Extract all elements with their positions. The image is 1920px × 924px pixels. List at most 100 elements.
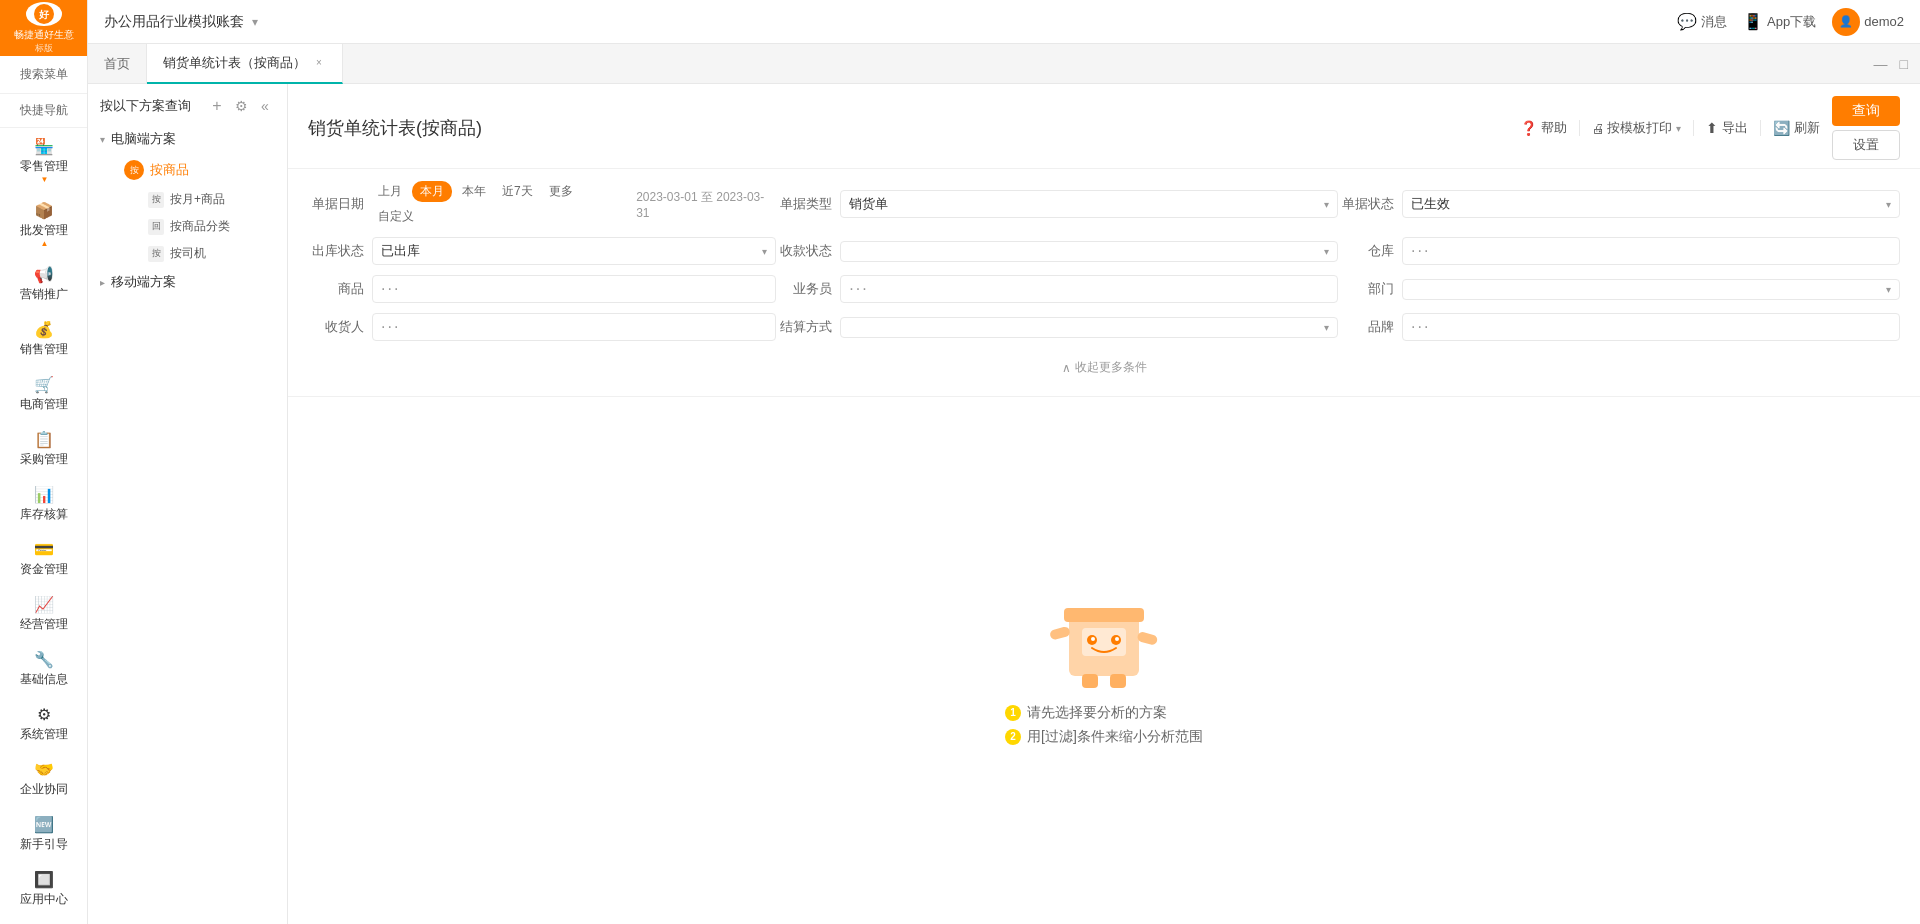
date-tab-more[interactable]: 更多 [543, 181, 579, 202]
query-button[interactable]: 查询 [1832, 96, 1900, 126]
header-left: 办公用品行业模拟账套 ▾ [104, 13, 258, 31]
left-panel-title: 按以下方案查询 [100, 97, 191, 115]
sidebar-item-cooperation[interactable]: 🤝 企业协同 [0, 751, 87, 806]
message-button[interactable]: 💬 消息 [1677, 12, 1727, 31]
ecommerce-icon: 🛒 [34, 374, 54, 394]
search-menu-label[interactable]: 搜索菜单 [20, 66, 68, 83]
logo-area: 好 畅捷通好生意 标版 [0, 0, 87, 56]
storage-input[interactable]: ··· [1402, 237, 1900, 265]
sidebar-item-guide[interactable]: 🆕 新手引导 [0, 806, 87, 861]
refresh-button[interactable]: 🔄 刷新 [1773, 119, 1820, 137]
retail-icon: 🏪 [34, 136, 54, 156]
date-tab-custom[interactable]: 自定义 [372, 206, 420, 227]
date-tab-last-month[interactable]: 上月 [372, 181, 408, 202]
sidebar-item-retail[interactable]: 🏪 零售管理 ▼ [0, 128, 87, 192]
warehouse-value: 已出库 [381, 242, 420, 260]
tree-item-month-goods[interactable]: 按 按月+商品 [112, 186, 287, 213]
sales-label: 销售管理 [20, 341, 68, 358]
doc-status-select[interactable]: 已生效 ▾ [1402, 190, 1900, 218]
payment-select[interactable]: ▾ [840, 241, 1338, 262]
app-center-label: 应用中心 [20, 891, 68, 908]
settings-scheme-button[interactable]: ⚙ [231, 96, 251, 116]
add-scheme-button[interactable]: + [207, 96, 227, 116]
staff-input[interactable]: ··· [840, 275, 1338, 303]
sidebar-item-procurement[interactable]: 📋 采购管理 [0, 421, 87, 476]
collapse-panel-button[interactable]: « [255, 96, 275, 116]
inventory-label: 库存核算 [20, 506, 68, 523]
export-button[interactable]: ⬆ 导出 [1706, 119, 1748, 137]
tree-item-driver[interactable]: 按 按司机 [112, 240, 287, 267]
sidebar-item-wechat[interactable]: 💬 企业微信 [0, 916, 87, 924]
operations-icon: 📈 [34, 594, 54, 614]
empty-tip-2: 2 用[过滤]条件来缩小分析范围 [1005, 728, 1203, 746]
main-content: 办公用品行业模拟账套 ▾ 💬 消息 📱 App下载 👤 demo2 首页 [88, 0, 1920, 924]
tree-item-category[interactable]: 回 按商品分类 [112, 213, 287, 240]
download-icon: 📱 [1743, 12, 1763, 31]
marketing-label: 营销推广 [20, 286, 68, 303]
cooperation-label: 企业协同 [20, 781, 68, 798]
tab-maximize-btn[interactable]: □ [1896, 52, 1912, 76]
quick-nav-label[interactable]: 快捷导航 [20, 102, 68, 119]
collapse-label: 收起更多条件 [1075, 359, 1147, 376]
receiver-input[interactable]: ··· [372, 313, 776, 341]
date-tab-7days[interactable]: 近7天 [496, 181, 539, 202]
tree-mobile-group[interactable]: ▸ 移动端方案 [88, 267, 287, 297]
collapse-up-icon: ∧ [1062, 361, 1071, 375]
settings-button[interactable]: 设置 [1832, 130, 1900, 160]
sidebar-item-system[interactable]: ⚙ 系统管理 [0, 696, 87, 751]
svg-rect-12 [1110, 674, 1126, 688]
tab-minimize-btn[interactable]: — [1870, 52, 1892, 76]
sidebar-search-section[interactable]: 搜索菜单 [0, 56, 87, 94]
sidebar-item-inventory[interactable]: 📊 库存核算 [0, 476, 87, 531]
help-button[interactable]: ❓ 帮助 [1520, 119, 1567, 137]
payment-method-select[interactable]: ▾ [840, 317, 1338, 338]
sidebar-item-operations[interactable]: 📈 经营管理 [0, 586, 87, 641]
page-actions: ❓ 帮助 🖨 按模板打印 ▾ ⬆ 导出 [1520, 96, 1900, 160]
tree-item-by-goods[interactable]: 按 按商品 [112, 154, 287, 186]
tab-active[interactable]: 销货单统计表（按商品） × [147, 44, 343, 84]
collapse-bar[interactable]: ∧ 收起更多条件 [308, 351, 1900, 384]
inventory-icon: 📊 [34, 484, 54, 504]
user-avatar-text: 👤 [1839, 15, 1853, 28]
sidebar-item-marketing[interactable]: 📢 营销推广 [0, 256, 87, 311]
dept-arrow: ▾ [1886, 284, 1891, 295]
print-dropdown-icon[interactable]: ▾ [1676, 123, 1681, 134]
doc-type-select[interactable]: 销货单 ▾ [840, 190, 1338, 218]
sidebar-item-finance[interactable]: 💳 资金管理 [0, 531, 87, 586]
date-tab-this-year[interactable]: 本年 [456, 181, 492, 202]
user-profile[interactable]: 👤 demo2 [1832, 8, 1904, 36]
date-tab-this-month[interactable]: 本月 [412, 181, 452, 202]
logo-text: 畅捷通好生意 [14, 28, 74, 42]
warehouse-select[interactable]: 已出库 ▾ [372, 237, 776, 265]
tip-text-2: 用[过滤]条件来缩小分析范围 [1027, 728, 1203, 746]
refresh-icon: 🔄 [1773, 120, 1790, 136]
message-label: 消息 [1701, 13, 1727, 31]
sidebar-item-ecommerce[interactable]: 🛒 电商管理 [0, 366, 87, 421]
tab-close-icon[interactable]: × [312, 56, 326, 70]
tab-home[interactable]: 首页 [88, 44, 147, 84]
dept-select[interactable]: ▾ [1402, 279, 1900, 300]
app-download-button[interactable]: 📱 App下载 [1743, 12, 1816, 31]
refresh-label: 刷新 [1794, 119, 1820, 137]
sidebar-item-sales[interactable]: 💰 销售管理 [0, 311, 87, 366]
mobile-expand-icon: ▸ [100, 277, 105, 288]
quick-nav-section[interactable]: 快捷导航 [0, 94, 87, 128]
sidebar-item-wholesale[interactable]: 📦 批发管理 ▲ [0, 192, 87, 256]
tree-desktop-group[interactable]: ▾ 电脑端方案 [88, 124, 287, 154]
app-center-icon: 🔲 [34, 869, 54, 889]
sidebar-item-app-center[interactable]: 🔲 应用中心 [0, 861, 87, 916]
storage-dots: ··· [1411, 242, 1430, 260]
sidebar-item-basic[interactable]: 🔧 基础信息 [0, 641, 87, 696]
filter-item-doc-type: 单据类型 销货单 ▾ [776, 190, 1338, 218]
brand-input[interactable]: ··· [1402, 313, 1900, 341]
query-settings-group: 查询 设置 [1832, 96, 1900, 160]
goods-label: 商品 [308, 280, 364, 298]
print-button[interactable]: 🖨 按模板打印 ▾ [1592, 119, 1681, 137]
header-dropdown-icon[interactable]: ▾ [252, 15, 258, 29]
svg-point-8 [1115, 637, 1119, 641]
procurement-label: 采购管理 [20, 451, 68, 468]
filter-item-date: 单据日期 上月 本月 本年 近7天 更多 自定义 2023-03-01 至 20… [308, 181, 776, 227]
print-label: 按模板打印 [1607, 119, 1672, 137]
goods-input[interactable]: ··· [372, 275, 776, 303]
filter-item-doc-status: 单据状态 已生效 ▾ [1338, 190, 1900, 218]
